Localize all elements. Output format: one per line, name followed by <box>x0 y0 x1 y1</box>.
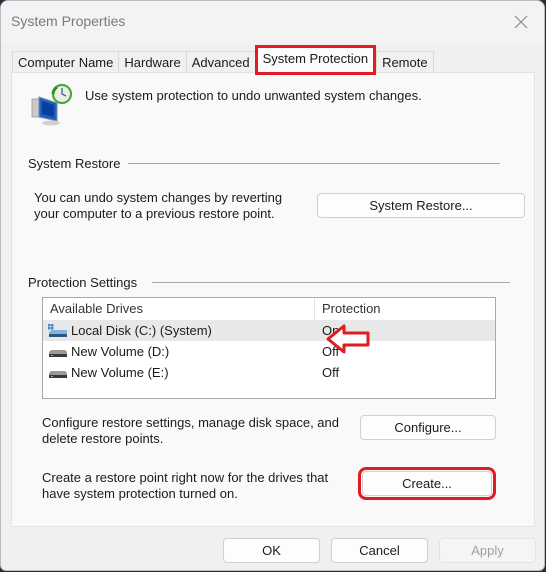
tab-system-protection[interactable]: System Protection <box>254 45 377 75</box>
drive-name-cell: New Volume (D:) <box>43 344 315 359</box>
configure-desc-line2: delete restore points. <box>42 431 164 446</box>
drive-name-cell: New Volume (E:) <box>43 365 315 380</box>
drive-icon <box>49 370 67 378</box>
drive-row[interactable]: New Volume (D:) Off <box>43 341 495 362</box>
system-restore-button[interactable]: System Restore... <box>317 193 525 218</box>
title-bar: System Properties <box>1 1 544 43</box>
drive-name: New Volume (D:) <box>71 344 170 359</box>
close-button[interactable] <box>498 1 544 43</box>
ok-button[interactable]: OK <box>223 538 320 563</box>
drive-name: Local Disk (C:) (System) <box>71 323 212 338</box>
tab-computer-name[interactable]: Computer Name <box>12 51 120 73</box>
create-desc-line1: Create a restore point right now for the… <box>42 470 329 485</box>
create-description: Create a restore point right now for the… <box>42 470 328 502</box>
configure-desc-line1: Configure restore settings, manage disk … <box>42 415 340 430</box>
system-properties-window: System Properties Computer Name Hardware… <box>0 0 545 571</box>
apply-button[interactable]: Apply <box>439 538 536 563</box>
window-title: System Properties <box>11 13 126 29</box>
drive-name-cell: Local Disk (C:) (System) <box>43 323 315 338</box>
system-drive-icon <box>48 323 67 337</box>
drive-name: New Volume (E:) <box>71 365 169 380</box>
system-restore-group-label: System Restore <box>28 156 129 171</box>
tab-advanced[interactable]: Advanced <box>185 51 256 73</box>
system-restore-desc-line1: You can undo system changes by reverting <box>34 190 283 205</box>
tab-strip: Computer Name Hardware Advanced System P… <box>12 45 434 75</box>
drive-protection-status: Off <box>322 365 340 380</box>
protection-settings-divider <box>152 282 510 283</box>
configure-button[interactable]: Configure... <box>360 415 496 440</box>
drives-list-header: Available Drives Protection <box>43 298 495 320</box>
create-button[interactable]: Create... <box>358 467 496 500</box>
annotation-arrow-icon <box>326 324 370 354</box>
configure-description: Configure restore settings, manage disk … <box>42 415 339 447</box>
tab-panel-system-protection: Use system protection to undo unwanted s… <box>11 72 535 527</box>
system-protection-icon <box>31 83 73 126</box>
tab-remote[interactable]: Remote <box>376 51 434 73</box>
drive-row[interactable]: Local Disk (C:) (System) On <box>43 320 495 341</box>
close-icon <box>514 15 528 29</box>
intro-text: Use system protection to undo unwanted s… <box>85 88 422 103</box>
tab-hardware[interactable]: Hardware <box>118 51 187 73</box>
system-restore-desc-line2: your computer to a previous restore poin… <box>34 206 275 221</box>
cancel-button[interactable]: Cancel <box>331 538 428 563</box>
system-restore-description: You can undo system changes by reverting… <box>34 190 282 222</box>
system-restore-divider <box>112 163 500 164</box>
create-desc-line2: have system protection turned on. <box>42 486 238 501</box>
drives-list[interactable]: Available Drives Protection Local Disk (… <box>42 297 496 399</box>
drive-icon <box>49 349 67 357</box>
column-header-protection[interactable]: Protection <box>315 298 381 320</box>
column-header-available-drives[interactable]: Available Drives <box>43 298 315 320</box>
protection-settings-group-label: Protection Settings <box>28 275 146 290</box>
drive-row[interactable]: New Volume (E:) Off <box>43 362 495 383</box>
